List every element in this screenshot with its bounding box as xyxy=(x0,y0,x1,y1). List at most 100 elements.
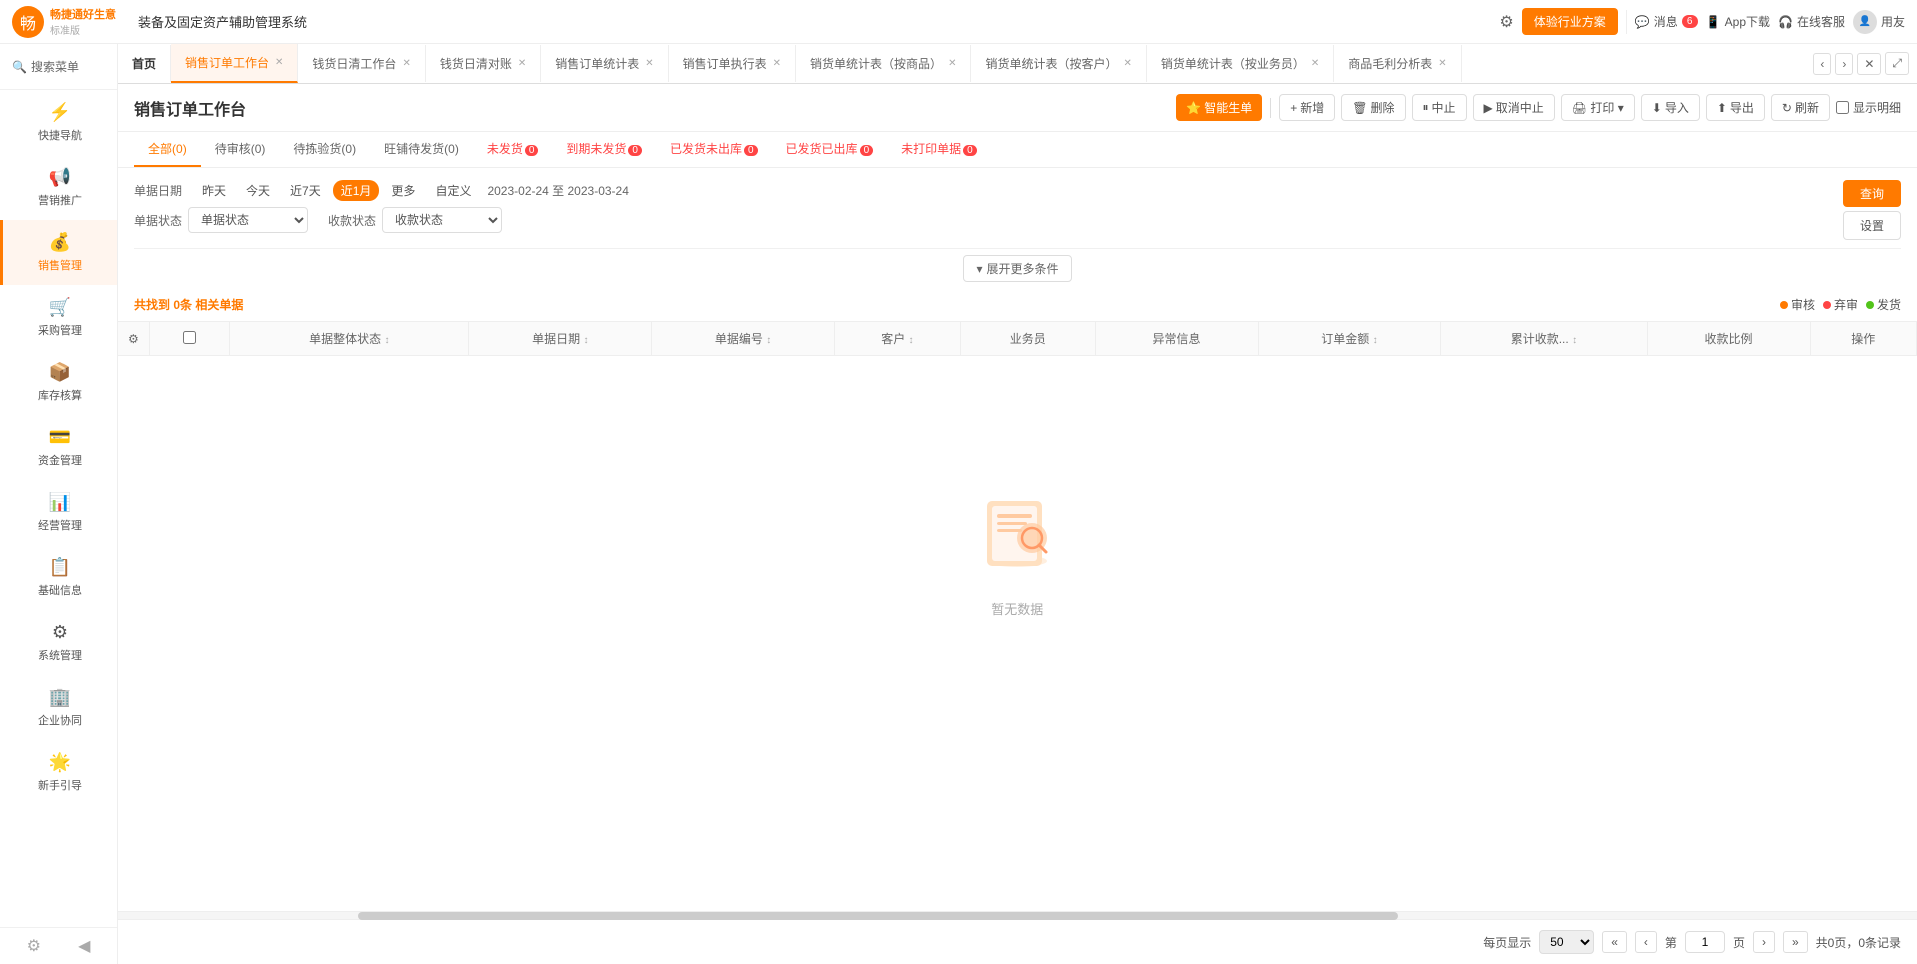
tab-close-margin[interactable]: ✕ xyxy=(1438,58,1446,69)
sidebar-item-basic[interactable]: 📋 基础信息 xyxy=(0,545,117,610)
sub-tab-not-shipped[interactable]: 未发货0 xyxy=(473,132,553,167)
sidebar-item-operations[interactable]: 📊 经营管理 xyxy=(0,480,117,545)
date-7days-btn[interactable]: 近7天 xyxy=(282,180,329,201)
col-checkbox[interactable] xyxy=(149,322,229,356)
col-received[interactable]: 累计收款... ↕ xyxy=(1441,322,1647,356)
sidebar-item-quick-nav[interactable]: ⚡ 快捷导航 xyxy=(0,90,117,155)
sidebar-collapse-btn[interactable]: ◀ xyxy=(78,936,90,956)
tab-home[interactable]: 首页 xyxy=(118,45,171,82)
col-customer[interactable]: 客户 ↕ xyxy=(834,322,960,356)
smart-create-btn[interactable]: ⭐ 智能生单 xyxy=(1176,94,1262,121)
review-action-btn[interactable]: 审核 xyxy=(1780,296,1815,313)
sub-tab-pending-review[interactable]: 待审核(0) xyxy=(201,132,280,167)
user-nav[interactable]: 👤 用友 xyxy=(1853,10,1905,34)
page-input[interactable] xyxy=(1685,931,1725,953)
sidebar-item-system[interactable]: ⚙ 系统管理 xyxy=(0,610,117,675)
print-btn[interactable]: 🖨 打印 ▾ xyxy=(1561,94,1635,121)
first-page-btn[interactable]: « xyxy=(1602,931,1627,953)
col-ratio[interactable]: 收款比例 xyxy=(1647,322,1810,356)
tab-close-cash-reconcile[interactable]: ✕ xyxy=(518,58,526,69)
col-settings[interactable]: ⚙ xyxy=(118,322,149,356)
horizontal-scrollbar[interactable] xyxy=(118,911,1917,919)
tab-sales-stats-table[interactable]: 销售订单统计表 ✕ xyxy=(541,45,668,82)
pause-btn[interactable]: ⏸ 中止 xyxy=(1412,94,1467,121)
tab-scroll-left[interactable]: ‹ xyxy=(1813,53,1831,75)
tab-close-sales-exec[interactable]: ✕ xyxy=(773,58,781,69)
ship-action-btn[interactable]: 发货 xyxy=(1866,296,1901,313)
expand-more-btn[interactable]: ▾ 展开更多条件 xyxy=(963,255,1071,282)
date-yesterday-btn[interactable]: 昨天 xyxy=(194,180,234,201)
tab-close-stats-customer[interactable]: ✕ xyxy=(1123,58,1131,69)
col-amount[interactable]: 订单金额 ↕ xyxy=(1258,322,1441,356)
prev-page-btn[interactable]: ‹ xyxy=(1635,931,1657,953)
tab-close-sales-stats[interactable]: ✕ xyxy=(645,58,653,69)
sub-tab-pending-inspect[interactable]: 待拣验货(0) xyxy=(279,132,370,167)
select-all-checkbox[interactable] xyxy=(183,331,196,344)
query-btn[interactable]: 查询 xyxy=(1843,180,1901,207)
sidebar-item-enterprise[interactable]: 🏢 企业协同 xyxy=(0,675,117,740)
tab-close-stats-staff[interactable]: ✕ xyxy=(1311,58,1319,69)
sub-tab-all[interactable]: 全部(0) xyxy=(134,132,201,167)
next-page-btn[interactable]: › xyxy=(1753,931,1775,953)
tab-close-cash-daily[interactable]: ✕ xyxy=(402,58,410,69)
export-btn[interactable]: ⬆ 导出 xyxy=(1706,94,1765,121)
tab-sales-workbench[interactable]: 销售订单工作台 ✕ xyxy=(171,44,298,83)
filter-status-select[interactable]: 单据状态 xyxy=(188,207,308,233)
date-today-btn[interactable]: 今天 xyxy=(238,180,278,201)
sub-tab-not-printed[interactable]: 未打印单据0 xyxy=(887,132,991,167)
col-salesperson[interactable]: 业务员 xyxy=(960,322,1095,356)
sub-tab-wangpu-pending-ship[interactable]: 旺铺待发货(0) xyxy=(370,132,473,167)
tab-sales-single-stats-product[interactable]: 销货单统计表（按商品） ✕ xyxy=(796,45,971,82)
table-scroll-container[interactable]: ⚙ 单据整体状态 ↕ xyxy=(118,322,1917,738)
online-service-nav[interactable]: 🎧 在线客服 xyxy=(1778,13,1845,30)
sidebar-search[interactable]: 🔍 搜索菜单 xyxy=(0,44,117,90)
sidebar-item-inventory[interactable]: 📦 库存核算 xyxy=(0,350,117,415)
col-status[interactable]: 单据整体状态 ↕ xyxy=(230,322,469,356)
per-page-select[interactable]: 50 10 20 100 xyxy=(1539,930,1594,954)
app-download-nav[interactable]: 📱 App下载 xyxy=(1706,13,1770,30)
refresh-btn[interactable]: ↻ 刷新 xyxy=(1771,94,1830,121)
col-exception[interactable]: 异常信息 xyxy=(1095,322,1258,356)
col-number[interactable]: 单据编号 ↕ xyxy=(652,322,835,356)
tab-scroll-right[interactable]: › xyxy=(1835,53,1853,75)
delete-btn[interactable]: 🗑 删除 xyxy=(1341,94,1405,121)
tab-sales-exec-table[interactable]: 销售订单执行表 ✕ xyxy=(669,45,796,82)
sidebar-item-sales[interactable]: 💰 销售管理 xyxy=(0,220,117,285)
scrollbar-thumb[interactable] xyxy=(358,912,1398,920)
show-detail-label[interactable]: 显示明细 xyxy=(1836,99,1901,116)
last-page-btn[interactable]: » xyxy=(1783,931,1808,953)
sidebar-item-marketing[interactable]: 📢 营销推广 xyxy=(0,155,117,220)
cancel-pause-btn[interactable]: ▶ 取消中止 xyxy=(1473,94,1555,121)
set-btn[interactable]: 设置 xyxy=(1843,211,1901,240)
date-more-btn[interactable]: 更多 xyxy=(383,180,423,201)
import-btn[interactable]: ⬇ 导入 xyxy=(1641,94,1700,121)
tab-close-all[interactable]: ✕ xyxy=(1857,53,1881,75)
cancel-review-action-btn[interactable]: 弃审 xyxy=(1823,296,1858,313)
tab-close-stats-product[interactable]: ✕ xyxy=(948,58,956,69)
tab-sales-single-stats-staff[interactable]: 销货单统计表（按业务员） ✕ xyxy=(1147,45,1334,82)
date-custom-btn[interactable]: 自定义 xyxy=(427,180,479,201)
sidebar-settings-btn[interactable]: ⚙ xyxy=(27,936,41,956)
date-1month-btn[interactable]: 近1月 xyxy=(333,180,380,201)
sub-tab-shipped-not-out[interactable]: 已发货未出库0 xyxy=(656,132,772,167)
tab-maximize[interactable]: ⤢ xyxy=(1885,52,1909,75)
filter-payment-select[interactable]: 收款状态 xyxy=(382,207,502,233)
message-nav[interactable]: 💬 消息 6 xyxy=(1635,13,1698,30)
col-date[interactable]: 单据日期 ↕ xyxy=(469,322,652,356)
tab-product-margin[interactable]: 商品毛利分析表 ✕ xyxy=(1334,45,1461,82)
tab-cash-reconcile[interactable]: 钱货日清对账 ✕ xyxy=(426,45,541,82)
add-btn[interactable]: + 新增 xyxy=(1279,94,1335,121)
search-menu-btn[interactable]: 🔍 搜索菜单 xyxy=(8,54,109,79)
tab-close-sales-workbench[interactable]: ✕ xyxy=(275,57,283,68)
sidebar-item-guide[interactable]: 🌟 新手引导 xyxy=(0,740,117,805)
sidebar-item-finance[interactable]: 💳 资金管理 xyxy=(0,415,117,480)
tab-sales-single-stats-customer[interactable]: 销货单统计表（按客户） ✕ xyxy=(971,45,1146,82)
sidebar-item-purchase[interactable]: 🛒 采购管理 xyxy=(0,285,117,350)
sub-tab-overdue-not-shipped[interactable]: 到期未发货0 xyxy=(552,132,656,167)
tab-cash-daily[interactable]: 钱货日清工作台 ✕ xyxy=(298,45,425,82)
show-detail-checkbox[interactable] xyxy=(1836,101,1849,114)
industry-btn[interactable]: 体验行业方案 xyxy=(1522,8,1618,35)
sub-tab-shipped-out[interactable]: 已发货已出库0 xyxy=(772,132,888,167)
settings-icon[interactable]: ⚙ xyxy=(1499,12,1513,32)
col-operation[interactable]: 操作 xyxy=(1810,322,1916,356)
